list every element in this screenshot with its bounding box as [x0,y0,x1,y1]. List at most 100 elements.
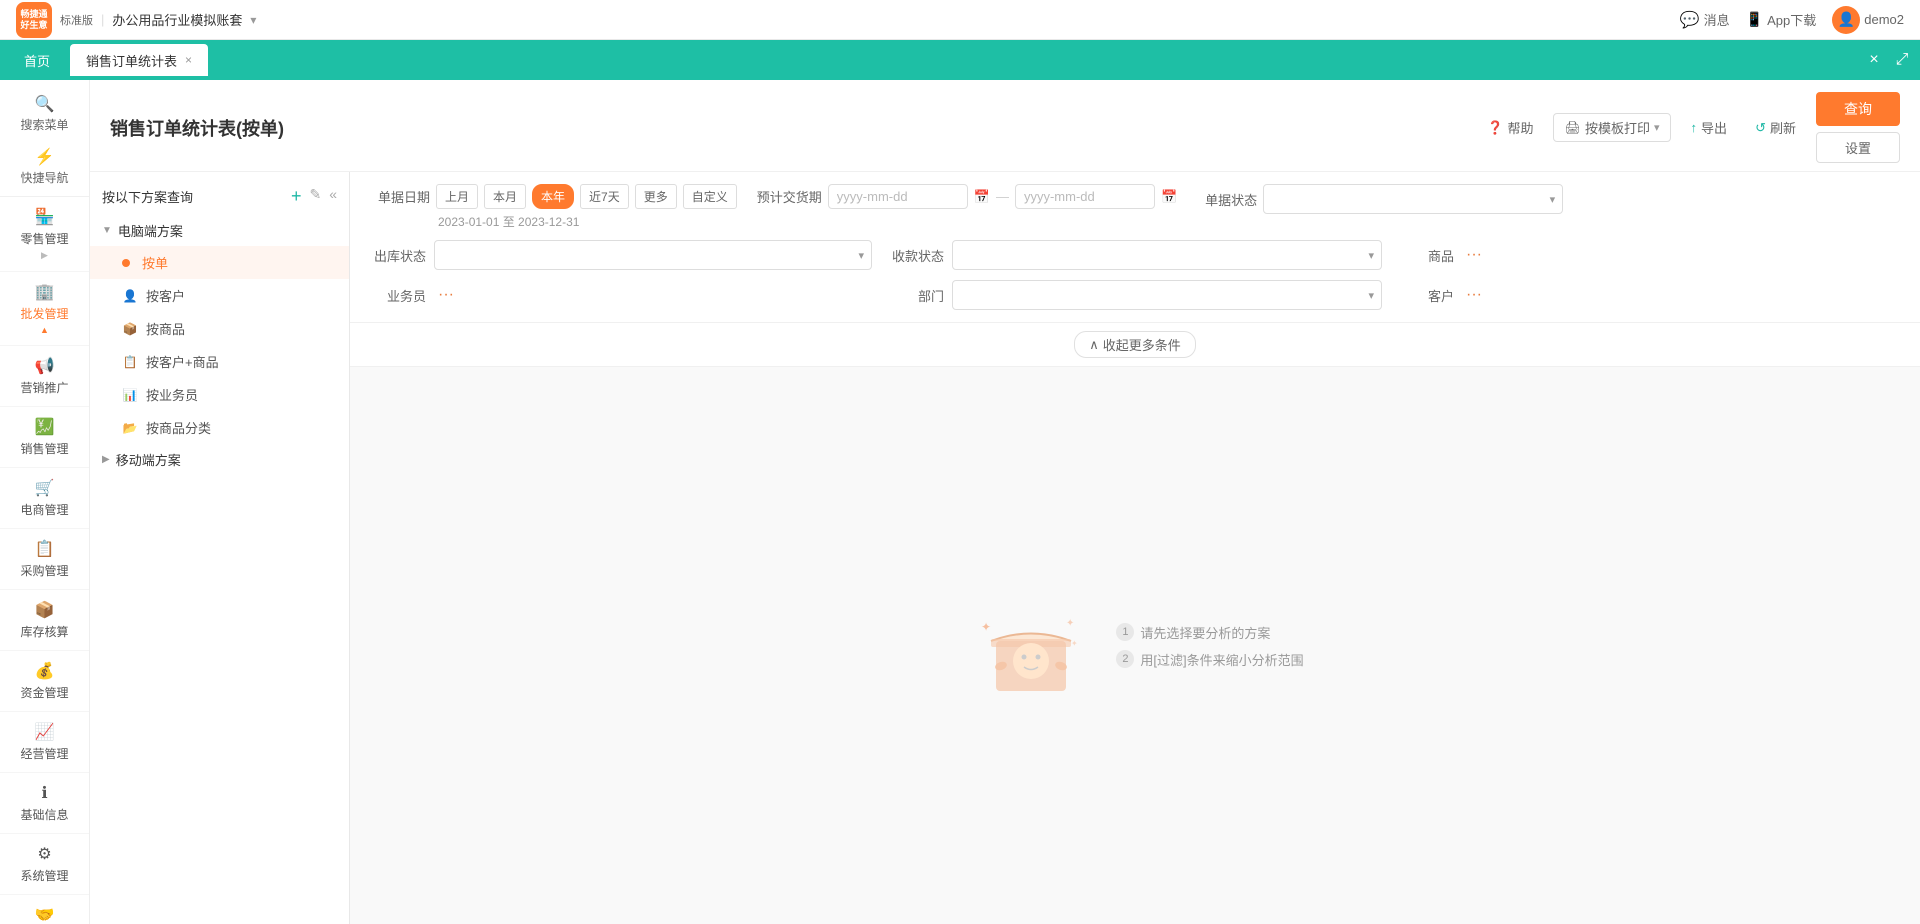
tab-close-icon[interactable]: × [185,53,192,67]
out-status-filter: 出库状态 全部 未出库 部分出库 已出库 [370,240,880,270]
expected-date-filter: 预计交货期 📅 — 📅 [757,184,1177,209]
scheme-item-by-product[interactable]: 📦 按商品 [90,312,349,345]
retail-icon: 🏪 [35,207,55,227]
date-cal-icon1[interactable]: 📅 [974,189,990,205]
operation-label: 经营管理 [20,745,68,762]
product-label: 商品 [1398,246,1454,265]
scheme-item-by-category[interactable]: 📂 按商品分类 [90,411,349,444]
active-tab-label: 销售订单统计表 [86,51,177,70]
status-select[interactable]: 全部 待审核 已审核 已完成 [1263,184,1563,214]
message-icon: 💬 [1680,10,1700,30]
date-divider: — [996,189,1009,204]
sidebar-item-purchase[interactable]: 📋 采购管理 [0,529,89,590]
cooperation-icon: 🤝 [35,905,55,924]
sidebar-item-ecommerce[interactable]: 🛒 电商管理 [0,468,89,529]
sidebar-item-operation[interactable]: 📈 经营管理 [0,712,89,773]
staff-label: 业务员 [370,286,426,305]
avatar-img: 👤 [1832,6,1860,34]
inventory-label: 库存核算 [20,623,68,640]
export-btn[interactable]: ↑ 导出 [1683,114,1736,141]
workspace-divider: | [101,12,104,27]
ecommerce-label: 电商管理 [20,501,68,518]
basic-label: 基础信息 [20,806,68,823]
dept-select[interactable]: 全部 [952,280,1382,310]
system-label: 系统管理 [20,867,68,884]
receipt-status-select-wrap: 全部 未收款 部分收款 已收款 [952,240,1382,270]
scheme-edit-btn[interactable]: ✎ [309,186,321,207]
right-panel: 单据日期 上月 本月 本年 近7天 更多 自定义 2023-01-01 至 20… [350,172,1920,924]
date-cal-icon2[interactable]: 📅 [1161,189,1177,205]
action-btns: 查询 设置 [1816,92,1900,163]
scheme-collapse-btn[interactable]: « [329,186,337,207]
quick-nav-btn[interactable]: ⚡ 快捷导航 [20,141,68,192]
sidebar-item-basic[interactable]: ℹ 基础信息 [0,773,89,834]
tab-home[interactable]: 首页 [8,44,66,76]
expected-date-start[interactable] [828,184,968,209]
date-btn-last-month[interactable]: 上月 [436,184,478,209]
hint-num-1: 1 [1116,623,1134,641]
tabbar: 首页 销售订单统计表 × × ⤢ [0,40,1920,80]
refresh-label: 刷新 [1770,118,1796,137]
tab-sales-order-stats[interactable]: 销售订单统计表 × [70,44,208,76]
set-button[interactable]: 设置 [1816,132,1900,163]
workspace-arrow[interactable]: ▾ [250,13,256,27]
date-btn-more[interactable]: 更多 [635,184,677,209]
sidebar-item-wholesale[interactable]: 🏢 批发管理 ▲ [0,272,89,346]
sidebar-item-finance[interactable]: 💰 资金管理 [0,651,89,712]
sidebar-item-system[interactable]: ⚙ 系统管理 [0,834,89,895]
receipt-status-select[interactable]: 全部 未收款 部分收款 已收款 [952,240,1382,270]
empty-svg: ✦ ✦ ✦ [966,581,1096,711]
message-label: 消息 [1704,10,1730,29]
filter-row-3: 业务员 ··· 部门 全部 [370,280,1900,310]
print-arrow: ▾ [1654,121,1660,134]
help-btn[interactable]: ❓ 帮助 [1479,114,1541,141]
print-icon: 🖨 [1564,120,1581,136]
app-download-btn[interactable]: 📱 App下载 [1746,10,1817,29]
app-logo: 畅捷通好生意 [16,2,52,38]
query-button[interactable]: 查询 [1816,92,1900,126]
operation-icon: 📈 [35,722,55,742]
filter-row-1: 单据日期 上月 本月 本年 近7天 更多 自定义 2023-01-01 至 20… [370,184,1900,230]
scheme-group-mobile-header[interactable]: ▶ 移动端方案 [90,444,349,475]
scheme-item-by-customer-product[interactable]: 📋 按客户+商品 [90,345,349,378]
date-btn-7days[interactable]: 近7天 [580,184,629,209]
page-header: 销售订单统计表(按单) ❓ 帮助 🖨 按模板打印 ▾ ↑ 导出 ↺ 刷新 [90,80,1920,172]
refresh-btn[interactable]: ↺ 刷新 [1747,114,1804,141]
print-btn[interactable]: 🖨 按模板打印 ▾ [1553,113,1670,142]
sidebar-item-sales[interactable]: 💹 销售管理 [0,407,89,468]
retail-label: 零售管理 [20,230,68,247]
expected-date-end[interactable] [1015,184,1155,209]
customer-ellipsis[interactable]: ··· [1462,286,1486,304]
maximize-btn[interactable]: ⤢ [1892,50,1912,70]
retail-arrow: ▶ [41,250,48,261]
date-btn-this-month[interactable]: 本月 [484,184,526,209]
scheme-item-by-customer[interactable]: 👤 按客户 [90,279,349,312]
scheme-by-staff-label: 按业务员 [146,385,198,404]
hint-text-1: 请先选择要分析的方案 [1140,623,1270,642]
scheme-item-by-staff[interactable]: 📊 按业务员 [90,378,349,411]
sidebar-item-inventory[interactable]: 📦 库存核算 [0,590,89,651]
dept-filter: 部门 全部 [880,280,1390,310]
out-status-select[interactable]: 全部 未出库 部分出库 已出库 [434,240,872,270]
scheme-add-btn[interactable]: + [291,186,302,207]
download-icon: 📱 [1746,11,1763,28]
user-avatar[interactable]: 👤 demo2 [1832,6,1904,34]
scheme-by-product-label: 按商品 [146,319,185,338]
date-btn-custom[interactable]: 自定义 [683,184,737,209]
receipt-status-label: 收款状态 [888,246,944,265]
search-menu-btn[interactable]: 🔍 搜索菜单 [20,88,68,139]
sidebar-item-marketing[interactable]: 📢 营销推广 [0,346,89,407]
product-ellipsis[interactable]: ··· [1462,246,1486,264]
message-btn[interactable]: 💬 消息 [1680,10,1730,30]
sidebar-item-retail[interactable]: 🏪 零售管理 ▶ [0,197,89,272]
minimize-btn[interactable]: × [1864,50,1884,70]
quick-nav-icon: ⚡ [35,147,55,167]
sales-icon: 💹 [35,417,55,437]
scheme-group-pc-header[interactable]: ▼ 电脑端方案 [90,215,349,246]
staff-ellipsis[interactable]: ··· [434,286,458,304]
sales-label: 销售管理 [20,440,68,457]
sidebar-item-cooperation[interactable]: 🤝 企业协同 [0,895,89,924]
collapse-btn[interactable]: ∧ 收起更多条件 [1074,331,1196,358]
date-btn-this-year[interactable]: 本年 [532,184,574,209]
scheme-item-by-order[interactable]: 按单 [90,246,349,279]
